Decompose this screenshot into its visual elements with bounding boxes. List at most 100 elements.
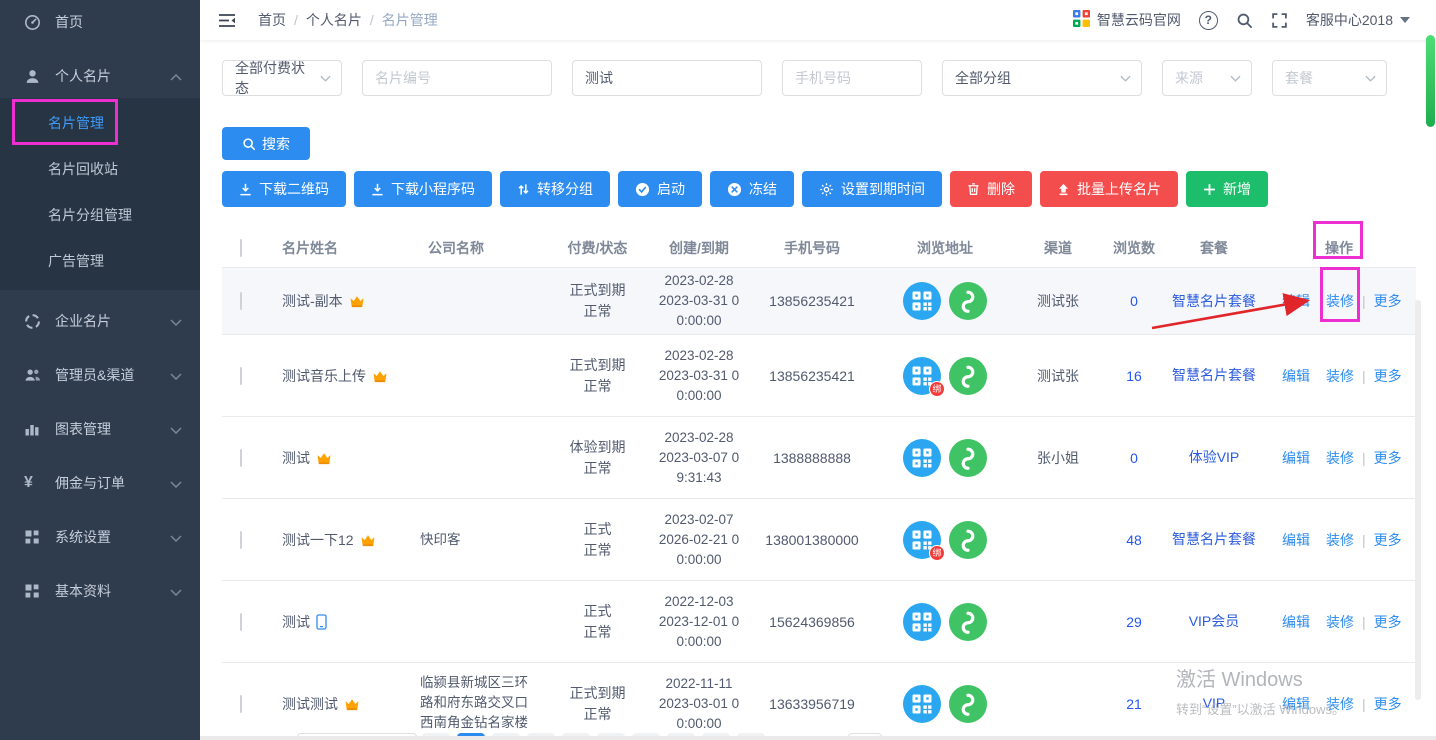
views-count[interactable]: 0 [1102,450,1166,466]
batch-upload-cards-button[interactable]: 批量上传名片 [1040,171,1178,207]
package-name[interactable]: 智慧名片套餐 [1166,366,1262,385]
more-link[interactable]: 更多 [1374,291,1402,311]
add-new-button[interactable]: 新增 [1186,171,1268,207]
views-count[interactable]: 0 [1102,293,1166,309]
sidebar-item-home[interactable]: 首页 [0,0,200,44]
set-expiry-button[interactable]: 设置到期时间 [802,171,942,207]
row-checkbox[interactable] [240,292,242,310]
more-link[interactable]: 更多 [1374,366,1402,386]
sidebar-item-enterprise-cards[interactable]: 企业名片 [0,299,200,343]
sidebar-item-card-management[interactable]: 名片管理 [0,100,200,146]
qr-code-icon[interactable] [903,603,941,641]
edit-link[interactable]: 编辑 [1282,291,1310,311]
source-select[interactable]: 来源 [1162,60,1252,96]
miniprogram-link-icon[interactable] [949,521,987,559]
help-icon[interactable]: ? [1199,11,1218,30]
edit-link[interactable]: 编辑 [1282,448,1310,468]
views-count[interactable]: 48 [1102,532,1166,548]
edit-link[interactable]: 编辑 [1282,366,1310,386]
decorate-link[interactable]: 装修 [1326,694,1354,714]
package-name[interactable]: VIP会员 [1166,612,1262,631]
row-checkbox[interactable] [240,613,242,631]
qr-code-icon[interactable]: 绑 [903,357,941,395]
select-all-checkbox[interactable] [240,239,242,257]
fullscreen-icon[interactable] [1271,12,1288,29]
breadcrumb-personal-cards[interactable]: 个人名片 [306,10,362,30]
download-miniprogram-code-button[interactable]: 下载小程序码 [354,171,492,207]
phone-input[interactable]: 手机号码 [782,60,922,96]
chevron-down-icon [170,313,182,329]
package-name[interactable]: VIP [1166,694,1262,713]
qr-code-icon[interactable] [903,439,941,477]
package-name[interactable]: 智慧名片套餐 [1166,530,1262,549]
decorate-link[interactable]: 装修 [1326,366,1354,386]
chevron-down-icon [1365,75,1376,82]
row-checkbox[interactable] [240,449,242,467]
download-qr-button[interactable]: 下载二维码 [222,171,346,207]
sidebar-item-chart-management[interactable]: 图表管理 [0,407,200,451]
horizontal-scrollbar-track[interactable] [200,736,1436,740]
activate-button[interactable]: 启动 [618,171,702,207]
decorate-link[interactable]: 装修 [1326,612,1354,632]
search-icon[interactable] [1236,12,1253,29]
edit-link[interactable]: 编辑 [1282,612,1310,632]
more-link[interactable]: 更多 [1374,694,1402,714]
miniprogram-link-icon[interactable] [949,439,987,477]
package-name[interactable]: 体验VIP [1166,448,1262,467]
card-name-input[interactable]: 测试 [572,60,762,96]
delete-button[interactable]: 删除 [950,171,1032,207]
views-count[interactable]: 21 [1102,696,1166,712]
views-count[interactable]: 29 [1102,614,1166,630]
more-link[interactable]: 更多 [1374,530,1402,550]
miniprogram-link-icon[interactable] [949,603,987,641]
row-checkbox[interactable] [240,695,242,713]
decorate-link[interactable]: 装修 [1326,448,1354,468]
sidebar-item-admins-channels[interactable]: 管理员&渠道 [0,353,200,397]
card-no-input[interactable]: 名片编号 [362,60,552,96]
expiry-date: 2026-02-21 0 [650,530,748,550]
breadcrumb-home[interactable]: 首页 [258,10,286,30]
row-checkbox[interactable] [240,531,242,549]
sidebar-item-personal-cards[interactable]: 个人名片 [0,54,200,98]
package-name[interactable]: 智慧名片套餐 [1166,292,1262,311]
miniprogram-link-icon[interactable] [949,357,987,395]
created-date: 2022-12-03 [650,592,748,612]
package-select[interactable]: 套餐 [1272,60,1387,96]
more-link[interactable]: 更多 [1374,612,1402,632]
decorate-link[interactable]: 装修 [1326,291,1354,311]
qr-code-icon[interactable] [903,685,941,723]
sidebar-item-card-recycle-bin[interactable]: 名片回收站 [0,146,200,192]
action-separator: | [1362,614,1366,630]
pay-status-select[interactable]: 全部付费状态 [222,60,342,96]
page-scrollbar-thumb[interactable] [1426,35,1435,127]
miniprogram-link-icon[interactable] [949,685,987,723]
expiry-date: 2023-12-01 0 [650,612,748,632]
sidebar-item-commission-orders[interactable]: ¥ 佣金与订单 [0,461,200,505]
table-scrollbar-thumb[interactable] [1415,300,1421,700]
qr-code-icon[interactable]: 绑 [903,521,941,559]
search-button[interactable]: 搜索 [222,127,310,160]
grid-icon [24,583,41,599]
edit-link[interactable]: 编辑 [1282,694,1310,714]
transfer-group-button[interactable]: 转移分组 [500,171,610,207]
qr-code-icon[interactable] [903,282,941,320]
button-label: 批量上传名片 [1077,179,1161,199]
card-name: 测试测试 [282,694,338,714]
sidebar-item-basic-info[interactable]: 基本资料 [0,569,200,613]
sidebar-item-system-settings[interactable]: 系统设置 [0,515,200,559]
qr-bound-badge: 绑 [929,381,945,397]
sidebar-item-card-group-management[interactable]: 名片分组管理 [0,192,200,238]
edit-link[interactable]: 编辑 [1282,530,1310,550]
sidebar-item-ad-management[interactable]: 广告管理 [0,238,200,284]
group-select[interactable]: 全部分组 [942,60,1142,96]
freeze-button[interactable]: 冻结 [710,171,794,207]
views-count[interactable]: 16 [1102,368,1166,384]
miniprogram-link-icon[interactable] [949,282,987,320]
decorate-link[interactable]: 装修 [1326,530,1354,550]
row-checkbox[interactable] [240,367,242,385]
more-link[interactable]: 更多 [1374,448,1402,468]
user-menu[interactable]: 客服中心2018 [1306,10,1410,30]
status: 正常 [545,458,650,479]
official-site-link[interactable]: 智慧云码官网 [1073,10,1181,30]
collapse-sidebar-icon[interactable] [218,13,236,28]
